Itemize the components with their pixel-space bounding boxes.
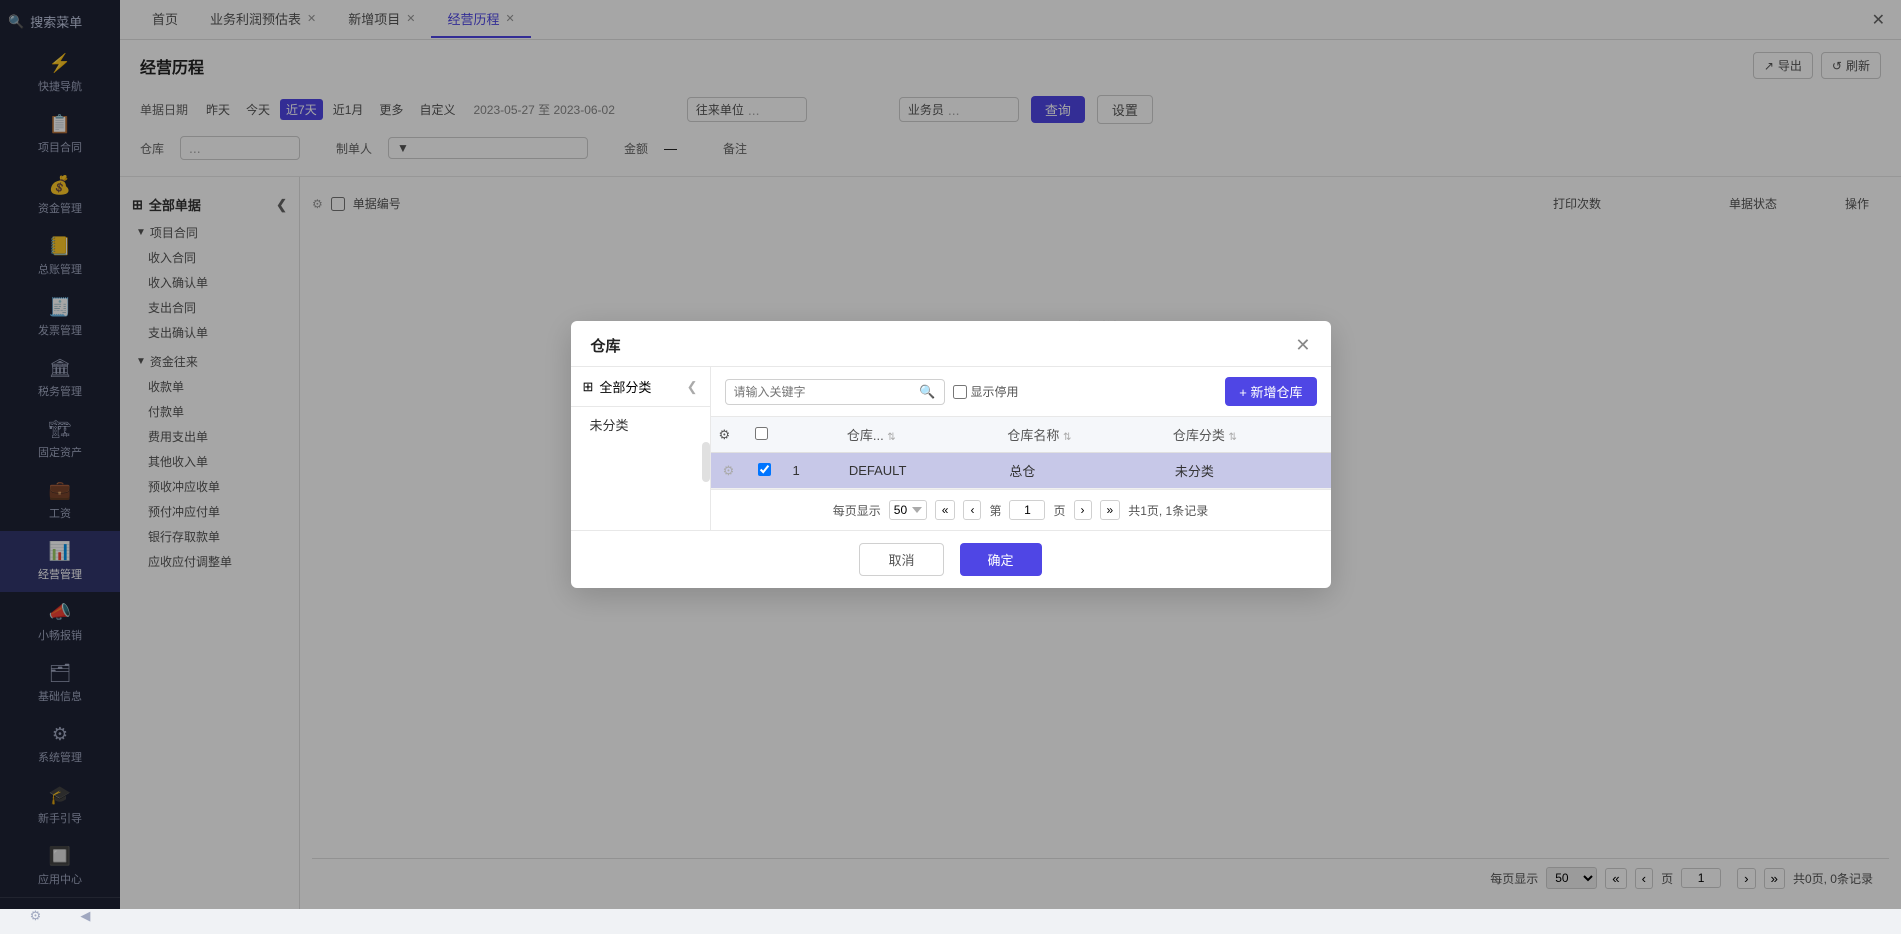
modal-footer: 取消 确定 [571, 530, 1331, 588]
row-checkbox[interactable] [758, 463, 771, 476]
modal-last-page-btn[interactable]: » [1100, 500, 1121, 520]
modal-left-panel: ⊞ 全部分类 ❮ 未分类 [571, 367, 711, 530]
add-warehouse-button[interactable]: + 新增仓库 [1225, 377, 1316, 406]
modal-select-all[interactable] [755, 427, 768, 440]
search-icon-modal: 🔍 [919, 384, 935, 400]
warehouse-modal: 仓库 ✕ ⊞ 全部分类 ❮ 未分类 [571, 321, 1331, 588]
modal-next-page-btn[interactable]: › [1074, 500, 1092, 520]
modal-per-page-label: 每页显示 [833, 502, 881, 519]
modal-table-header-row: ⚙ 仓库... ⇅ 仓库名称 ⇅ 仓库分类 ⇅ [711, 417, 1331, 453]
modal-pagination: 每页显示 50 « ‹ 第 页 › » 共1页, 1条记录 [711, 489, 1331, 530]
modal-right-panel: 🔍 显示停用 + 新增仓库 ⚙ 仓库... ⇅ 仓库名称 ⇅ [711, 367, 1331, 530]
show-disabled-label: 显示停用 [971, 383, 1019, 400]
modal-left-collapse-icon[interactable]: ❮ [687, 379, 698, 395]
modal-per-page-select[interactable]: 50 [889, 500, 927, 520]
modal-col-name-header: 仓库名称 ⇅ [999, 417, 1165, 453]
modal-total-info: 共1页, 1条记录 [1128, 502, 1208, 519]
modal-left-item-uncategorized[interactable]: 未分类 [571, 407, 710, 442]
modal-search-box[interactable]: 🔍 [725, 379, 945, 405]
show-disabled-checkbox-group: 显示停用 [953, 383, 1019, 400]
sidebar-collapse-icon[interactable]: ◀ [80, 908, 90, 924]
modal-search-input[interactable] [734, 385, 914, 399]
modal-prev-page-btn[interactable]: ‹ [963, 500, 981, 520]
modal-body: ⊞ 全部分类 ❮ 未分类 🔍 [571, 367, 1331, 530]
modal-first-page-btn[interactable]: « [935, 500, 956, 520]
modal-header: 仓库 ✕ [571, 321, 1331, 367]
modal-col-check-header[interactable] [747, 417, 783, 453]
row-name: 总仓 [999, 453, 1165, 489]
row-category: 未分类 [1165, 453, 1331, 489]
row-code: DEFAULT [839, 453, 999, 489]
grid-icon-modal: ⊞ [583, 379, 594, 395]
sidebar-settings-icon[interactable]: ⚙ [30, 908, 42, 924]
show-disabled-checkbox[interactable] [953, 385, 967, 399]
modal-page-label: 第 [989, 502, 1001, 519]
modal-table: ⚙ 仓库... ⇅ 仓库名称 ⇅ 仓库分类 ⇅ ⚙ 1 DEFAULT 总仓 未… [711, 417, 1331, 489]
modal-backdrop: 仓库 ✕ ⊞ 全部分类 ❮ 未分类 [0, 0, 1901, 909]
confirm-button[interactable]: 确定 [960, 543, 1042, 576]
modal-col-num-header [783, 417, 839, 453]
modal-page-unit: 页 [1053, 502, 1065, 519]
row-num: 1 [783, 453, 839, 489]
modal-col-code-header: 仓库... ⇅ [839, 417, 999, 453]
row-gear-icon: ⚙ [711, 453, 747, 489]
modal-page-input[interactable] [1009, 500, 1045, 520]
modal-toolbar: 🔍 显示停用 + 新增仓库 [711, 367, 1331, 417]
modal-left-header[interactable]: ⊞ 全部分类 ❮ [571, 367, 710, 407]
modal-title: 仓库 [591, 335, 621, 356]
modal-col-category-header: 仓库分类 ⇅ [1165, 417, 1331, 453]
cancel-button[interactable]: 取消 [859, 543, 943, 576]
modal-close-button[interactable]: ✕ [1295, 335, 1310, 356]
row-check[interactable] [747, 453, 783, 489]
modal-left-header-label: 全部分类 [599, 377, 651, 396]
table-row[interactable]: ⚙ 1 DEFAULT 总仓 未分类 [711, 453, 1331, 489]
uncategorized-label: 未分类 [590, 418, 629, 433]
modal-col-gear-header[interactable]: ⚙ [711, 417, 747, 453]
